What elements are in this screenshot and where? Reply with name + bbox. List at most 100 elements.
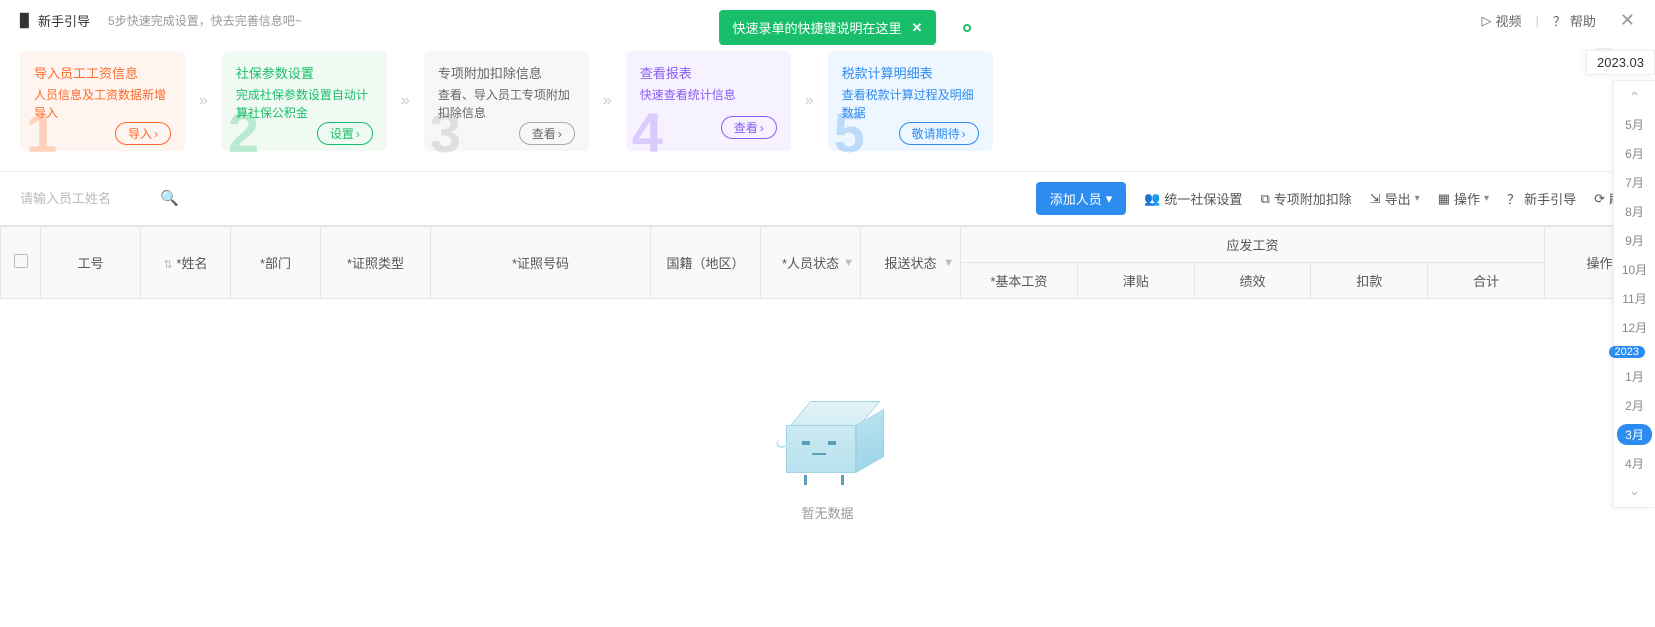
guide-card-1-button[interactable]: 导入› [115,122,171,145]
col-report-label: 报送状态 [884,256,936,271]
scroll-up-icon[interactable]: ⌃ [1629,89,1641,106]
guide-card-4-number: 4 [632,105,663,161]
month-item[interactable]: 6月 [1625,143,1644,164]
guide-card-2: 社保参数设置 完成社保参数设置自动计算社保公积金 设置› 2 [222,51,387,151]
refresh-icon: ⟳ [1594,191,1605,207]
toolbar-right: 添加人员 ▾ 👥统一社保设置 ⧉专项附加扣除 ⇲导出▾ ▦操作▾ ？新手引导 ⟳… [1036,182,1635,215]
scroll-down-icon[interactable]: ⌄ [1629,482,1641,499]
guide-link[interactable]: ？新手引导 [1507,189,1576,208]
toast-text: 快速录单的快捷键说明在这里 [733,18,902,37]
col-nation[interactable]: 国籍（地区） [651,227,761,299]
month-item[interactable]: 12月 [1622,317,1647,338]
filter-icon[interactable]: ▼ [843,257,854,269]
guide-card-1-number: 1 [26,105,57,161]
guide-card-5: 税款计算明细表 查看税款计算过程及明细数据 敬请期待› 5 [828,51,993,151]
col-idno[interactable]: *证照号码 [431,227,651,299]
guide-card-5-number: 5 [834,105,865,161]
empty-state: 暂无数据 [0,299,1655,542]
year-badge: 2023 [1609,346,1645,358]
guide-card-3: 专项附加扣除信息 查看、导入员工专项附加扣除信息 查看› 3 [424,51,589,151]
month-item[interactable]: 4月 [1625,453,1644,474]
help-link[interactable]: ？ 帮助 [1553,11,1596,30]
chevron-right-icon: › [356,127,360,141]
guide-card-2-button-label: 设置 [330,125,354,142]
toast-close-icon[interactable]: ✕ [912,20,923,36]
month-item[interactable]: 5月 [1625,114,1644,135]
col-perf[interactable]: 绩效 [1194,263,1311,299]
close-icon[interactable]: ✕ [1620,10,1635,31]
guide-card-4-button-label: 查看 [734,119,758,136]
guide-label: 新手引导 [1524,189,1576,208]
guide-card-3-number: 3 [430,105,461,161]
col-base[interactable]: *基本工资 [961,263,1078,299]
add-person-button[interactable]: 添加人员 ▾ [1036,182,1127,215]
page-subtitle: 5步快速完成设置，快去完善信息吧~ [108,12,302,29]
col-deduct[interactable]: 扣款 [1311,263,1428,299]
col-idtype[interactable]: *证照类型 [321,227,431,299]
export-icon: ⇲ [1370,191,1381,207]
guide-card-4-button[interactable]: 查看› [721,116,777,139]
header-bar: ▉ 新手引导 5步快速完成设置，快去完善信息吧~ 快速录单的快捷键说明在这里 ✕… [0,0,1655,41]
search-box: 🔍 [20,189,190,208]
deduct-link[interactable]: ⧉专项附加扣除 [1260,189,1351,208]
guide-card-2-title: 社保参数设置 [236,63,373,82]
month-item[interactable]: 10月 [1622,259,1647,280]
arrow-icon: » [791,92,828,110]
guide-card-5-title: 税款计算明细表 [842,63,979,82]
col-dept[interactable]: *部门 [231,227,321,299]
col-status[interactable]: *人员状态 ▼ [761,227,861,299]
chevron-down-icon: ▾ [1415,193,1420,204]
arrow-icon: » [185,92,222,110]
header-right: ▷ 视频 | ？ 帮助 ✕ [1481,10,1635,31]
col-id[interactable]: 工号 [41,227,141,299]
arrow-icon: » [387,92,424,110]
add-person-label: 添加人员 [1050,189,1102,208]
month-item[interactable]: 11月 [1622,288,1646,309]
social-settings-link[interactable]: 👥统一社保设置 [1144,189,1242,208]
toast-banner: 快速录单的快捷键说明在这里 ✕ [719,10,937,45]
search-icon[interactable]: 🔍 [160,189,179,207]
month-item[interactable]: 1月 [1625,366,1644,387]
video-link[interactable]: ▷ 视频 [1481,11,1521,30]
help-icon: ？ [1507,189,1520,208]
user-settings-icon: 👥 [1144,191,1160,207]
guide-card-4-title: 查看报表 [640,63,777,82]
month-item-active[interactable]: 3月 [1617,424,1652,445]
filter-icon[interactable]: ▼ [943,257,954,269]
col-status-label: *人员状态 [782,256,839,271]
chevron-right-icon: › [558,127,562,141]
chevron-down-icon: ▾ [1106,191,1113,207]
operate-dropdown[interactable]: ▦操作▾ [1438,189,1489,208]
help-label: 帮助 [1570,11,1596,30]
guide-card-5-button[interactable]: 敬请期待› [899,122,979,145]
select-all-checkbox[interactable] [14,254,28,268]
export-dropdown[interactable]: ⇲导出 ▾ [1370,189,1420,208]
chevron-down-icon: ▾ [1484,193,1489,204]
search-input[interactable] [20,191,160,206]
export-label: 导出 [1385,189,1411,208]
month-item[interactable]: 9月 [1625,230,1644,251]
guide-card-2-button[interactable]: 设置› [317,122,373,145]
guide-card-2-number: 2 [228,105,259,161]
col-total[interactable]: 合计 [1428,263,1545,299]
chevron-right-icon: › [154,127,158,141]
guide-card-3-button[interactable]: 查看› [519,122,575,145]
guide-card-1: 导入员工工资信息 人员信息及工资数据新增导入 导入› 1 [20,51,185,151]
guide-card-3-title: 专项附加扣除信息 [438,63,575,82]
col-name[interactable]: ⇅ *姓名 [141,227,231,299]
month-sidebar: ⌃ 5月 6月 7月 8月 9月 10月 11月 12月 2023 1月 2月 … [1613,80,1655,508]
col-checkbox [1,227,41,299]
month-item[interactable]: 7月 [1625,172,1644,193]
operate-label: 操作 [1454,189,1480,208]
col-salary-group: 应发工资 [961,227,1545,263]
guide-cards: 导入员工工资信息 人员信息及工资数据新增导入 导入› 1 » 社保参数设置 完成… [0,41,1655,171]
month-item[interactable]: 2月 [1625,395,1644,416]
guide-card-3-button-label: 查看 [532,125,556,142]
guide-card-1-button-label: 导入 [128,125,152,142]
col-report[interactable]: 报送状态 ▼ [861,227,961,299]
deduct-label: 专项附加扣除 [1274,189,1352,208]
month-item[interactable]: 8月 [1625,201,1644,222]
play-icon: ▷ [1481,13,1491,29]
help-icon: ？ [1553,11,1566,30]
col-allowance[interactable]: 津贴 [1077,263,1194,299]
